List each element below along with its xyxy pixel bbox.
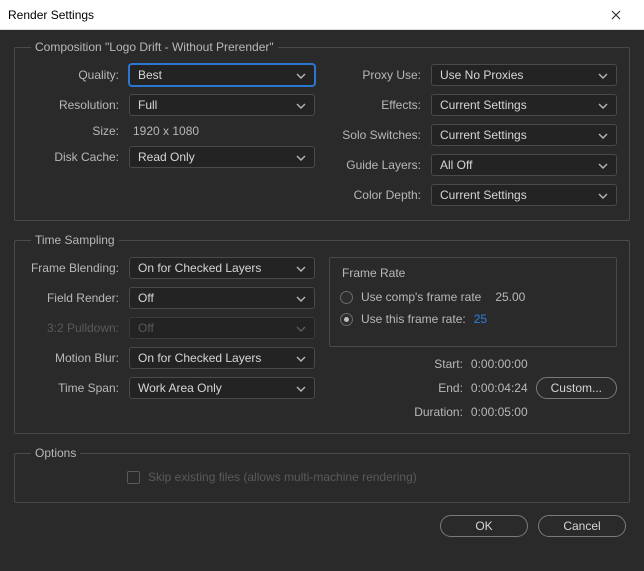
- comp-rate-value: 25.00: [495, 290, 525, 304]
- proxy-label: Proxy Use:: [329, 68, 421, 82]
- cancel-button[interactable]: Cancel: [538, 515, 626, 537]
- end-value: 0:00:04:24: [471, 381, 528, 395]
- radio-icon: [340, 313, 353, 326]
- effects-value: Current Settings: [440, 98, 527, 112]
- this-rate-value[interactable]: 25: [474, 312, 487, 326]
- chevron-down-icon: [296, 383, 306, 393]
- radio-use-this-rate[interactable]: Use this frame rate: 25: [340, 312, 606, 326]
- composition-group: Composition "Logo Drift - Without Preren…: [14, 40, 630, 221]
- pulldown-select: Off: [129, 317, 315, 339]
- chevron-down-icon: [296, 70, 306, 80]
- duration-label: Duration:: [414, 405, 463, 419]
- color-select[interactable]: Current Settings: [431, 184, 617, 206]
- color-value: Current Settings: [440, 188, 527, 202]
- color-label: Color Depth:: [329, 188, 421, 202]
- motionblur-value: On for Checked Layers: [138, 351, 261, 365]
- chevron-down-icon: [296, 353, 306, 363]
- resolution-select[interactable]: Full: [129, 94, 315, 116]
- chevron-down-icon: [598, 100, 608, 110]
- close-button[interactable]: [596, 0, 636, 29]
- custom-button[interactable]: Custom...: [536, 377, 617, 399]
- effects-label: Effects:: [329, 98, 421, 112]
- radio-use-comp-rate[interactable]: Use comp's frame rate 25.00: [340, 290, 606, 304]
- chevron-down-icon: [598, 130, 608, 140]
- dialog-content: Composition "Logo Drift - Without Preren…: [0, 30, 644, 571]
- chevron-down-icon: [296, 293, 306, 303]
- chevron-down-icon: [296, 323, 306, 333]
- timespan-value: Work Area Only: [138, 381, 222, 395]
- framerate-title: Frame Rate: [340, 266, 606, 280]
- frameblend-value: On for Checked Layers: [138, 261, 261, 275]
- window-title: Render Settings: [8, 8, 596, 22]
- resolution-value: Full: [138, 98, 157, 112]
- frameblend-select[interactable]: On for Checked Layers: [129, 257, 315, 279]
- framerate-group: Frame Rate Use comp's frame rate 25.00 U…: [329, 257, 617, 347]
- size-label: Size:: [27, 124, 119, 138]
- proxy-value: Use No Proxies: [440, 68, 523, 82]
- diskcache-select[interactable]: Read Only: [129, 146, 315, 168]
- guide-label: Guide Layers:: [329, 158, 421, 172]
- quality-label: Quality:: [27, 68, 119, 82]
- checkbox-icon: [127, 471, 140, 484]
- diskcache-value: Read Only: [138, 150, 195, 164]
- size-value: 1920 x 1080: [129, 124, 199, 138]
- pulldown-value: Off: [138, 321, 154, 335]
- end-label: End:: [414, 381, 463, 395]
- chevron-down-icon: [598, 70, 608, 80]
- guide-value: All Off: [440, 158, 472, 172]
- quality-select[interactable]: Best: [129, 64, 315, 86]
- radio-icon: [340, 291, 353, 304]
- solo-value: Current Settings: [440, 128, 527, 142]
- titlebar: Render Settings: [0, 0, 644, 30]
- effects-select[interactable]: Current Settings: [431, 94, 617, 116]
- proxy-select[interactable]: Use No Proxies: [431, 64, 617, 86]
- options-legend: Options: [31, 446, 80, 460]
- ok-button[interactable]: OK: [440, 515, 528, 537]
- frameblend-label: Frame Blending:: [27, 261, 119, 275]
- composition-legend: Composition "Logo Drift - Without Preren…: [31, 40, 278, 54]
- time-range: Start: 0:00:00:00 End: 0:00:04:24 Custom…: [329, 357, 617, 419]
- fieldrender-label: Field Render:: [27, 291, 119, 305]
- comp-rate-label: Use comp's frame rate: [361, 290, 481, 304]
- duration-value: 0:00:05:00: [471, 405, 528, 419]
- motionblur-label: Motion Blur:: [27, 351, 119, 365]
- close-icon: [611, 10, 621, 20]
- timespan-label: Time Span:: [27, 381, 119, 395]
- motionblur-select[interactable]: On for Checked Layers: [129, 347, 315, 369]
- start-label: Start:: [414, 357, 463, 371]
- fieldrender-select[interactable]: Off: [129, 287, 315, 309]
- start-value: 0:00:00:00: [471, 357, 528, 371]
- pulldown-label: 3:2 Pulldown:: [27, 321, 119, 335]
- skip-existing-checkbox: Skip existing files (allows multi-machin…: [27, 470, 617, 484]
- chevron-down-icon: [598, 190, 608, 200]
- guide-select[interactable]: All Off: [431, 154, 617, 176]
- fieldrender-value: Off: [138, 291, 154, 305]
- chevron-down-icon: [296, 263, 306, 273]
- this-rate-label: Use this frame rate:: [361, 312, 466, 326]
- timespan-select[interactable]: Work Area Only: [129, 377, 315, 399]
- chevron-down-icon: [598, 160, 608, 170]
- time-sampling-group: Time Sampling Frame Blending: On for Che…: [14, 233, 630, 434]
- dialog-buttons: OK Cancel: [14, 515, 630, 537]
- quality-value: Best: [138, 68, 162, 82]
- skip-existing-label: Skip existing files (allows multi-machin…: [148, 470, 417, 484]
- options-group: Options Skip existing files (allows mult…: [14, 446, 630, 503]
- resolution-label: Resolution:: [27, 98, 119, 112]
- chevron-down-icon: [296, 152, 306, 162]
- solo-select[interactable]: Current Settings: [431, 124, 617, 146]
- diskcache-label: Disk Cache:: [27, 150, 119, 164]
- time-sampling-legend: Time Sampling: [31, 233, 119, 247]
- solo-label: Solo Switches:: [329, 128, 421, 142]
- chevron-down-icon: [296, 100, 306, 110]
